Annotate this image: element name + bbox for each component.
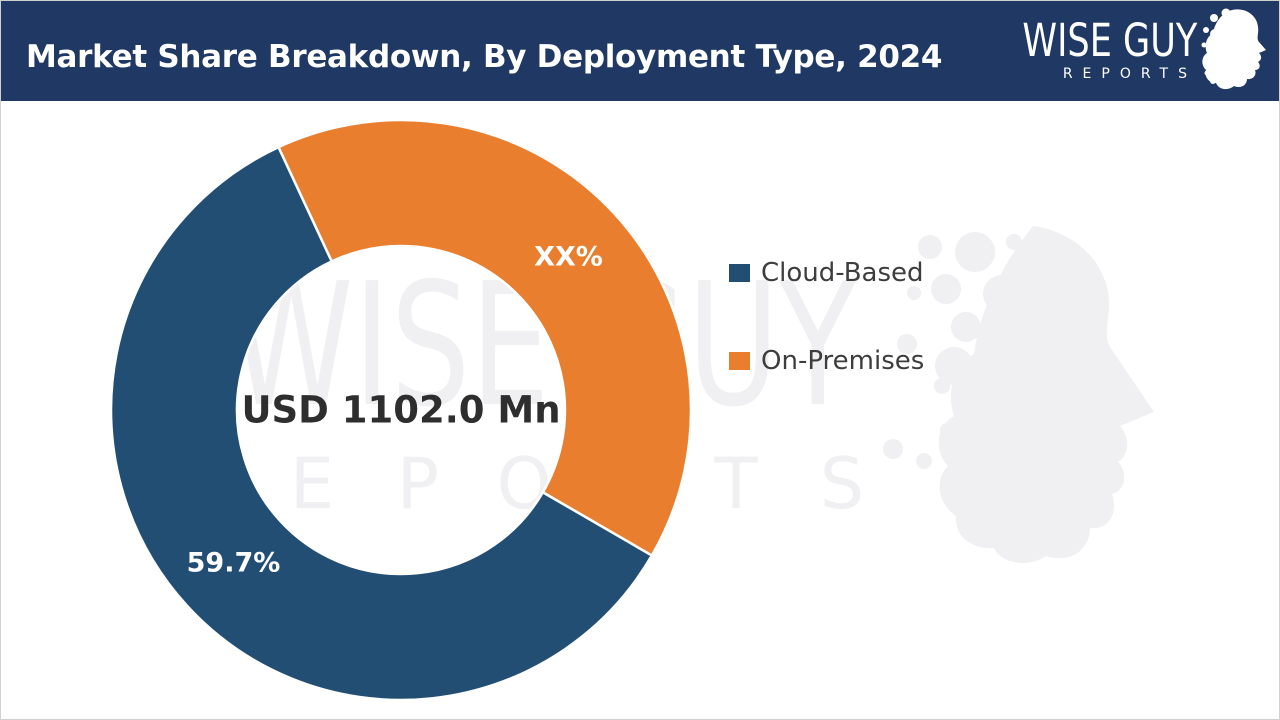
brand-wordmark: WISE GUY REPORTS bbox=[973, 18, 1197, 82]
legend-label: Cloud-Based bbox=[761, 258, 924, 288]
brand-logo: WISE GUY REPORTS bbox=[973, 7, 1267, 93]
legend-swatch bbox=[729, 352, 750, 370]
donut-chart: 59.7% XX% USD 1102.0 Mn bbox=[109, 118, 693, 702]
page: Market Share Breakdown, By Deployment Ty… bbox=[0, 0, 1280, 720]
donut-slice-on-premises bbox=[277, 118, 693, 557]
legend-item: On-Premises bbox=[729, 345, 924, 377]
chart-legend: Cloud-Based On-Premises bbox=[729, 257, 924, 377]
slice-label: 59.7% bbox=[187, 548, 281, 579]
donut-center-label: USD 1102.0 Mn bbox=[241, 389, 560, 432]
legend-label: On-Premises bbox=[761, 346, 925, 376]
legend-swatch bbox=[729, 264, 750, 282]
slice-label: XX% bbox=[534, 241, 603, 272]
header-bar: Market Share Breakdown, By Deployment Ty… bbox=[1, 1, 1279, 101]
wiseguy-face-icon bbox=[1201, 8, 1266, 90]
page-title: Market Share Breakdown, By Deployment Ty… bbox=[26, 39, 943, 75]
brand-reports-text: REPORTS bbox=[1062, 66, 1197, 82]
legend-item: Cloud-Based bbox=[729, 257, 924, 289]
chart-area: WISE GUY REPORTS 59.7%XX%USD 1102.0 Mn bbox=[1, 101, 1279, 719]
brand-name-text: WISE GUY bbox=[1021, 14, 1197, 67]
